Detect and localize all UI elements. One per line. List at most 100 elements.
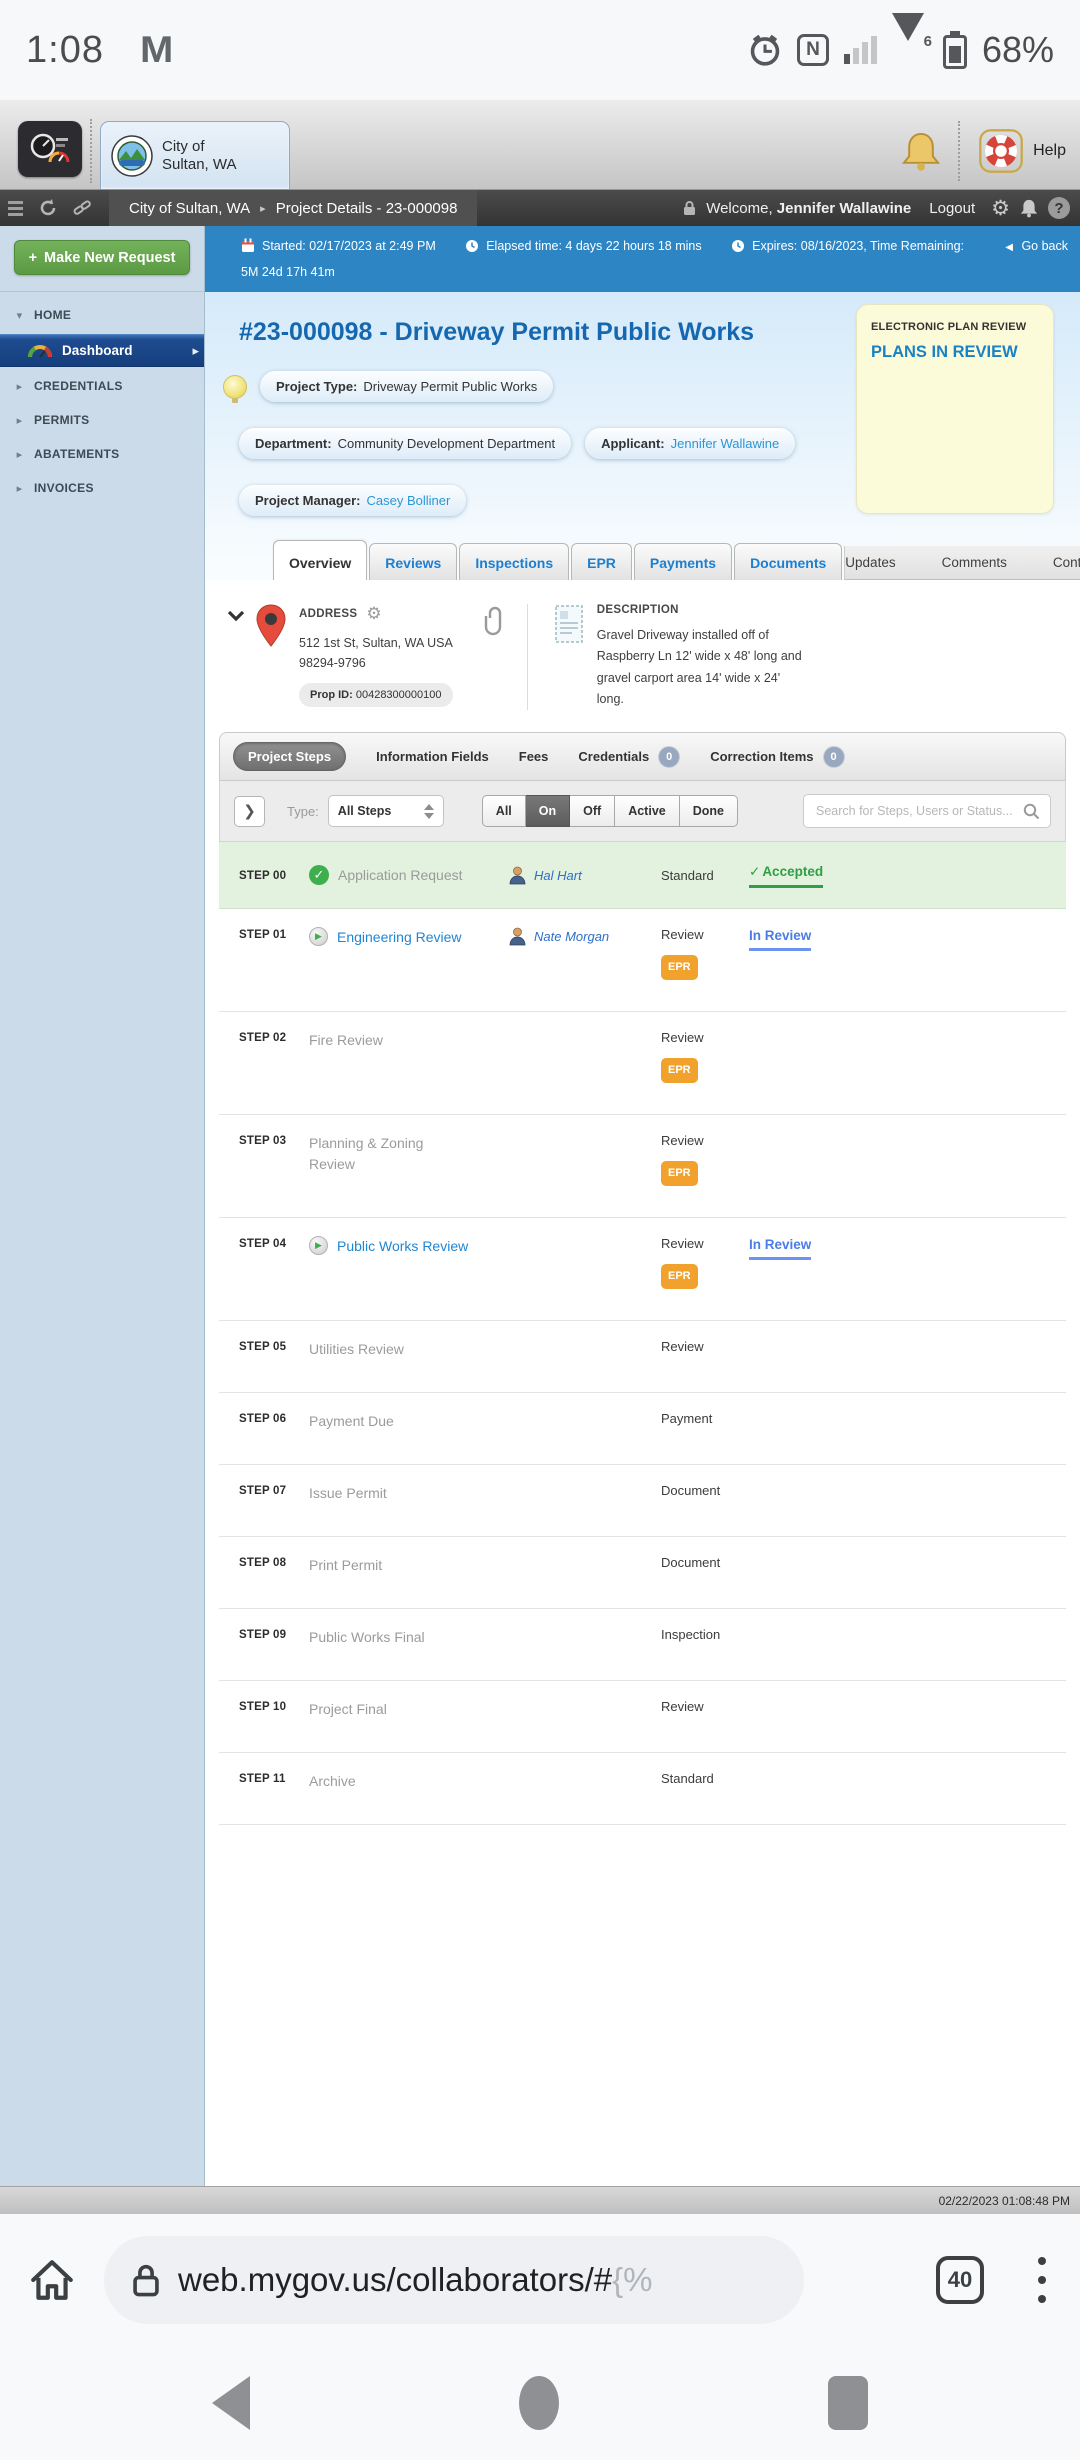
sidebar-item-home[interactable]: ▾ HOME xyxy=(0,298,204,332)
bulb-icon xyxy=(223,374,247,403)
make-new-request-button[interactable]: + Make New Request xyxy=(14,240,190,275)
step-title[interactable]: Public Works Final xyxy=(309,1627,425,1648)
step-type: Review xyxy=(661,1236,704,1251)
step-status-link[interactable]: ✓ Accepted xyxy=(749,864,824,888)
step-row[interactable]: STEP 09 Public Works Final Inspection xyxy=(219,1609,1066,1681)
site-tab[interactable]: City of Sultan, WA xyxy=(100,121,290,189)
section-divider xyxy=(526,604,528,710)
project-manager-link[interactable]: Casey Bolliner xyxy=(366,493,450,508)
steps-type-select[interactable]: All Steps xyxy=(327,795,444,827)
tab-updates[interactable]: Updates xyxy=(845,555,895,570)
filter-active-button[interactable]: Active xyxy=(615,795,680,827)
menu-icon[interactable] xyxy=(8,200,23,216)
breadcrumb: City of Sultan, WA ▸ Project Details - 2… xyxy=(109,190,478,226)
tab-overview[interactable]: Overview xyxy=(273,540,368,580)
breadcrumb-root[interactable]: City of Sultan, WA xyxy=(129,200,250,217)
step-title[interactable]: Project Final xyxy=(309,1699,387,1720)
browser-menu-icon[interactable] xyxy=(1032,2251,1052,2309)
search-icon[interactable] xyxy=(1023,803,1040,820)
tab-comments[interactable]: Comments xyxy=(942,555,1007,570)
help-question-icon[interactable]: ? xyxy=(1048,197,1070,219)
step-status-link[interactable]: In Review xyxy=(749,928,812,951)
subtab-credentials[interactable]: Credentials 0 xyxy=(578,745,681,768)
step-type: Review xyxy=(661,1133,704,1148)
logout-link[interactable]: Logout xyxy=(929,200,975,217)
tab-epr[interactable]: EPR xyxy=(571,543,632,580)
collapse-chevron-icon[interactable] xyxy=(227,610,245,622)
step-row[interactable]: STEP 06 Payment Due Payment xyxy=(219,1393,1066,1465)
notification-bell-icon[interactable] xyxy=(902,130,941,172)
step-title[interactable]: Utilities Review xyxy=(309,1339,404,1360)
home-icon[interactable] xyxy=(28,2257,76,2303)
tab-count-button[interactable]: 40 xyxy=(936,2256,984,2304)
calendar-icon xyxy=(242,238,254,252)
sidebar-item-invoices[interactable]: ▸ INVOICES xyxy=(0,471,204,505)
header-divider xyxy=(958,121,961,181)
step-title[interactable]: Planning & Zoning Review xyxy=(309,1133,467,1175)
step-title[interactable]: Public Works Review xyxy=(337,1236,468,1257)
nav-home-button[interactable] xyxy=(519,2376,559,2430)
filter-off-button[interactable]: Off xyxy=(570,795,616,827)
refresh-icon[interactable] xyxy=(38,198,58,218)
tab-contacts[interactable]: Contacts xyxy=(1053,555,1080,570)
tab-reviews[interactable]: Reviews xyxy=(369,543,458,580)
app-dashboard-icon[interactable] xyxy=(18,121,82,177)
sidebar-item-credentials[interactable]: ▸ CREDENTIALS xyxy=(0,369,204,403)
address-settings-icon[interactable]: ⚙ xyxy=(366,604,382,624)
go-back-button[interactable]: ◀ Go back xyxy=(1005,233,1068,261)
collapse-steps-button[interactable]: ❯ xyxy=(234,795,265,827)
epr-badge: EPR xyxy=(661,1058,698,1083)
sidebar-item-abatements[interactable]: ▸ ABATEMENTS xyxy=(0,437,204,471)
tab-payments[interactable]: Payments xyxy=(633,543,733,580)
battery-icon xyxy=(942,31,967,69)
filter-on-button[interactable]: On xyxy=(525,795,571,827)
step-type: Payment xyxy=(661,1411,713,1426)
step-row[interactable]: STEP 05 Utilities Review Review xyxy=(219,1321,1066,1393)
step-number: STEP 08 xyxy=(239,1557,287,1569)
step-row[interactable]: STEP 11 Archive Standard xyxy=(219,1753,1066,1825)
step-title[interactable]: Archive xyxy=(309,1771,356,1792)
alerts-bell-icon[interactable] xyxy=(1020,198,1038,218)
subtab-correction-items[interactable]: Correction Items 0 xyxy=(710,745,845,768)
steps-state-filter-group: All On Off Active Done xyxy=(481,795,738,827)
step-row[interactable]: STEP 00 ✓ Application Request Hal Hart S… xyxy=(219,842,1066,909)
nav-recents-button[interactable] xyxy=(828,2376,868,2430)
step-row[interactable]: STEP 02 Fire Review Review EPR xyxy=(219,1012,1066,1115)
step-row[interactable]: STEP 04 ▶ Public Works Review Review EPR… xyxy=(219,1218,1066,1321)
steps-subtabs: Project Steps Information Fields Fees Cr… xyxy=(219,732,1066,781)
paperclip-icon[interactable] xyxy=(483,606,507,636)
step-assignee-link[interactable]: Nate Morgan xyxy=(534,929,609,944)
url-text[interactable]: web.mygov.us/collaborators/#{% xyxy=(178,2261,652,2299)
step-title[interactable]: Issue Permit xyxy=(309,1483,387,1504)
description-value: Gravel Driveway installed off of Raspber… xyxy=(596,628,802,706)
step-row[interactable]: STEP 01 ▶ Engineering Review Nate Morgan… xyxy=(219,909,1066,1012)
applicant-link[interactable]: Jennifer Wallawine xyxy=(671,436,780,451)
url-bar[interactable]: web.mygov.us/collaborators/#{% xyxy=(104,2236,804,2324)
settings-gear-icon[interactable]: ⚙ xyxy=(991,196,1010,221)
step-status-link[interactable]: In Review xyxy=(749,1237,812,1260)
tab-documents[interactable]: Documents xyxy=(734,543,843,580)
step-title[interactable]: Print Permit xyxy=(309,1555,382,1576)
step-title[interactable]: Application Request xyxy=(338,865,463,886)
step-title[interactable]: Payment Due xyxy=(309,1411,394,1432)
step-row[interactable]: STEP 08 Print Permit Document xyxy=(219,1537,1066,1609)
filter-all-button[interactable]: All xyxy=(481,795,526,827)
subtab-information-fields[interactable]: Information Fields xyxy=(376,749,489,764)
help-button[interactable]: Help xyxy=(978,128,1066,174)
filter-done-button[interactable]: Done xyxy=(679,795,738,827)
link-icon[interactable] xyxy=(72,198,92,218)
step-title[interactable]: Engineering Review xyxy=(337,927,462,948)
subtab-project-steps[interactable]: Project Steps xyxy=(233,742,347,771)
step-row[interactable]: STEP 07 Issue Permit Document xyxy=(219,1465,1066,1537)
map-pin-icon[interactable] xyxy=(255,604,287,648)
step-title[interactable]: Fire Review xyxy=(309,1030,383,1051)
tab-inspections[interactable]: Inspections xyxy=(459,543,570,580)
steps-search-input[interactable] xyxy=(814,803,1015,819)
sidebar-item-dashboard[interactable]: Dashboard ▸ xyxy=(0,334,204,367)
step-row[interactable]: STEP 10 Project Final Review xyxy=(219,1681,1066,1753)
sidebar-item-permits[interactable]: ▸ PERMITS xyxy=(0,403,204,437)
step-row[interactable]: STEP 03 Planning & Zoning Review Review … xyxy=(219,1115,1066,1218)
subtab-fees[interactable]: Fees xyxy=(519,749,549,764)
nav-back-button[interactable] xyxy=(212,2376,250,2430)
step-assignee-link[interactable]: Hal Hart xyxy=(534,868,582,883)
